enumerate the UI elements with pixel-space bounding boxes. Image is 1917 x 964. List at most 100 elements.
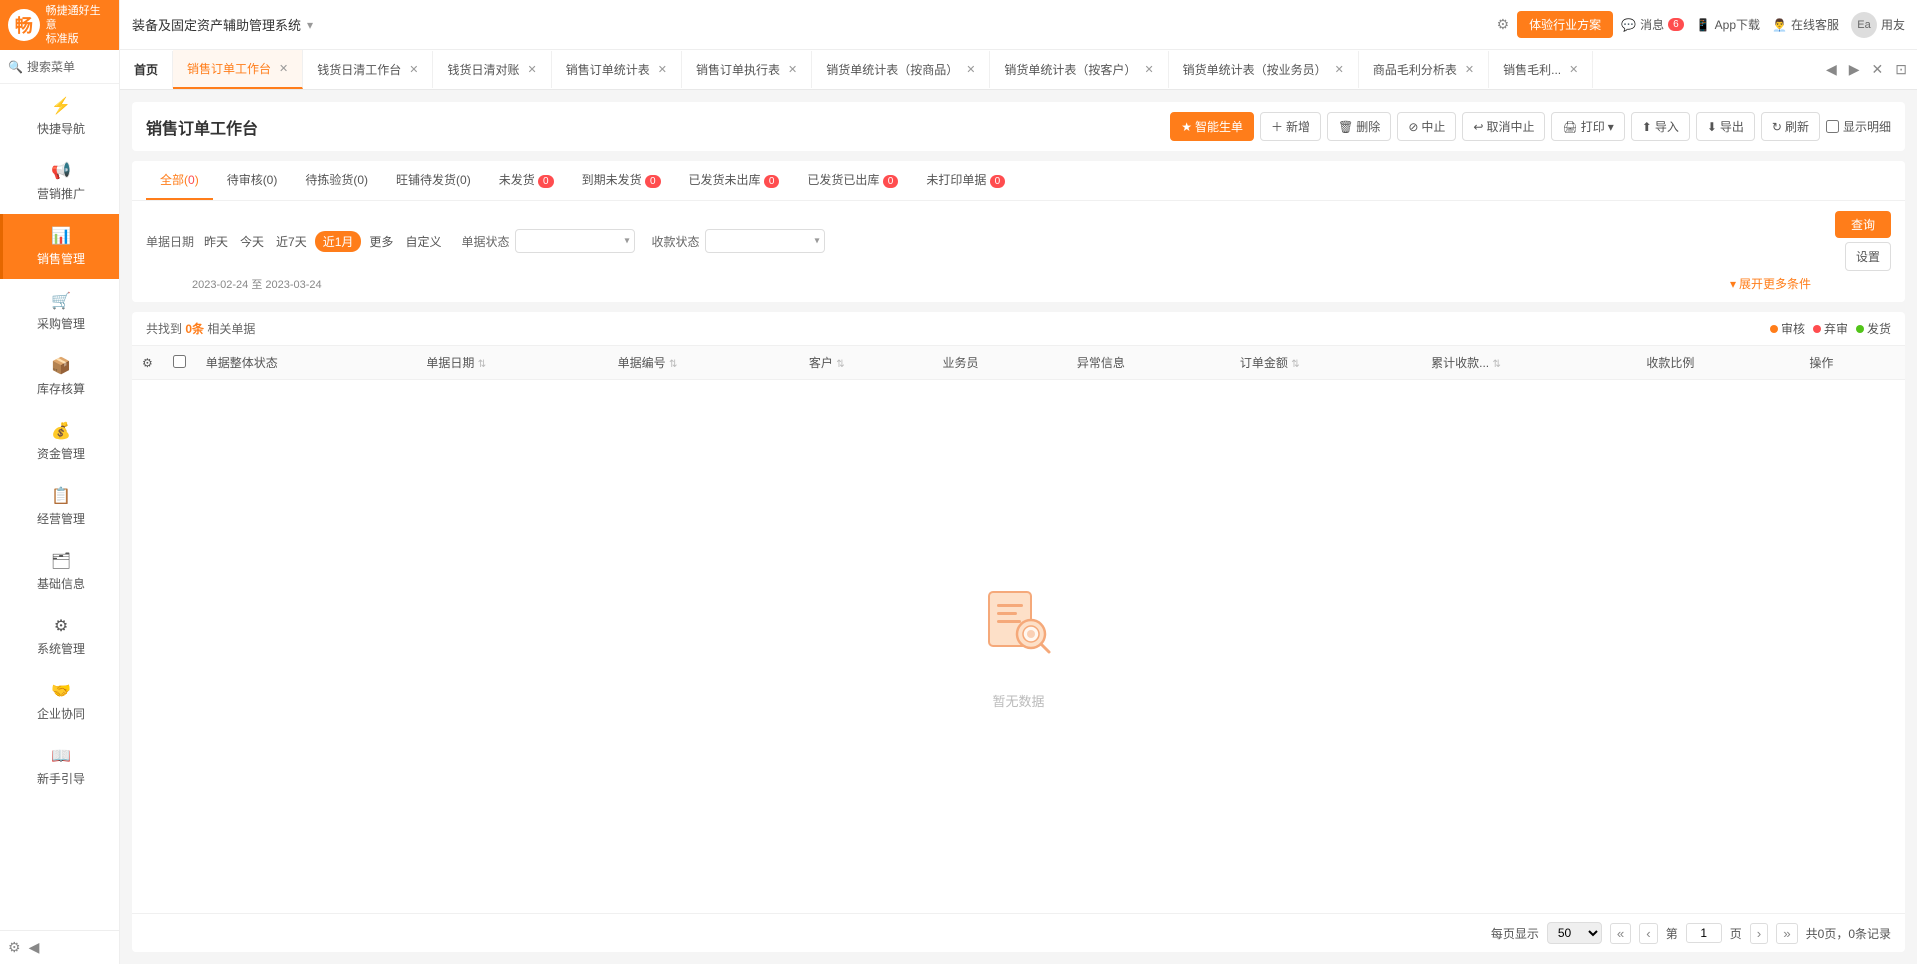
sidebar-search[interactable]: 🔍 搜索菜单 <box>0 50 119 84</box>
filter-tab-shipped-in[interactable]: 已发货已出库 0 <box>793 161 912 200</box>
ship-action-btn[interactable]: 发货 <box>1856 320 1891 337</box>
tab-nav-expand[interactable]: ⊡ <box>1891 59 1911 80</box>
col-collected: 累计收款... ⇅ <box>1421 346 1636 380</box>
filter-tab-pending-review[interactable]: 待审核(0) <box>213 161 292 200</box>
tab-close-sales-workbench[interactable]: ✕ <box>279 62 288 75</box>
tab-daily-clear[interactable]: 钱货日清工作台 ✕ <box>303 51 433 88</box>
tab-sales-exec[interactable]: 销售订单执行表 ✕ <box>682 51 812 88</box>
show-detail-checkbox-label[interactable]: 显示明细 <box>1826 118 1891 135</box>
tab-close-daily-clear[interactable]: ✕ <box>409 63 418 76</box>
filter-date-range: 2023-02-24 至 2023-03-24 <box>192 276 322 292</box>
first-page-btn[interactable]: « <box>1610 923 1631 944</box>
cancel-stop-btn[interactable]: ↩ 取消中止 <box>1462 112 1545 141</box>
sidebar-item-sales[interactable]: 📊 销售管理 <box>0 214 119 279</box>
table-gear-icon[interactable]: ⚙ <box>142 356 153 370</box>
sort-customer-icon[interactable]: ⇅ <box>836 359 844 370</box>
date-opt-custom[interactable]: 自定义 <box>401 231 445 252</box>
date-opt-yesterday[interactable]: 昨天 <box>200 231 232 252</box>
export-btn[interactable]: ⬇ 导出 <box>1696 112 1755 141</box>
payment-select[interactable] <box>705 229 825 253</box>
status-select[interactable] <box>515 229 635 253</box>
tab-close-cash-goods[interactable]: ✕ <box>528 63 537 76</box>
import-btn[interactable]: ⬆ 导入 <box>1631 112 1690 141</box>
solution-btn[interactable]: 体验行业方案 <box>1517 11 1613 38</box>
filter-tab-shipped-not-in[interactable]: 已发货未出库 0 <box>675 161 794 200</box>
tab-sales-summary1[interactable]: 销货单统计表（按商品） ✕ <box>812 51 990 88</box>
tab-nav-prev[interactable]: ◀ <box>1822 59 1841 80</box>
set-btn[interactable]: 设置 <box>1845 242 1891 271</box>
review-dot <box>1770 325 1778 333</box>
settings-icon[interactable]: ⚙ <box>8 939 21 956</box>
show-detail-checkbox[interactable] <box>1826 120 1839 133</box>
online-service-btn[interactable]: 👨‍💼 在线客服 <box>1772 16 1839 33</box>
sort-number-icon[interactable]: ⇅ <box>669 359 677 370</box>
sidebar-item-system[interactable]: ⚙ 系统管理 <box>0 604 119 669</box>
tab-sales-summary3[interactable]: 销货单统计表（按业务员） ✕ <box>1169 51 1359 88</box>
tab-sales-stats[interactable]: 销售订单统计表 ✕ <box>552 51 682 88</box>
sidebar-item-basic-info[interactable]: 🗂 基础信息 <box>0 539 119 604</box>
tab-sales-more[interactable]: 销售毛利... ✕ <box>1489 51 1593 88</box>
tab-close-sales-more[interactable]: ✕ <box>1569 63 1578 76</box>
search-btn[interactable]: 查询 <box>1835 211 1891 238</box>
message-btn[interactable]: 💬 消息 6 <box>1621 16 1684 33</box>
sidebar-item-guide[interactable]: 📖 新手引导 <box>0 734 119 799</box>
sidebar-item-operations[interactable]: 📋 经营管理 <box>0 474 119 539</box>
check-all-checkbox[interactable] <box>173 355 186 368</box>
search-icon: 🔍 <box>8 60 23 74</box>
expand-conditions-btn[interactable]: ▾ 展开更多条件 <box>1730 275 1811 292</box>
prev-page-btn[interactable]: ‹ <box>1639 923 1657 944</box>
delete-btn[interactable]: 🗑 删除 <box>1327 112 1391 141</box>
date-opt-last1m[interactable]: 近1月 <box>315 231 362 252</box>
date-opt-today[interactable]: 今天 <box>236 231 268 252</box>
page-input[interactable] <box>1686 923 1722 943</box>
user-menu[interactable]: Ea 用友 <box>1851 12 1905 38</box>
per-page-select[interactable]: 10 20 50 100 <box>1547 922 1602 944</box>
tab-home[interactable]: 首页 <box>120 51 173 88</box>
sidebar-item-inventory[interactable]: 📦 库存核算 <box>0 344 119 409</box>
smart-gen-btn[interactable]: ★ 智能生单 <box>1170 112 1254 141</box>
refresh-btn[interactable]: ↻ 刷新 <box>1761 112 1820 141</box>
tab-close-gross-margin[interactable]: ✕ <box>1465 63 1474 76</box>
filter-tab-all[interactable]: 全部(0) <box>146 161 213 200</box>
add-btn[interactable]: ＋ 新增 <box>1260 112 1321 141</box>
stop-btn[interactable]: ⊘ 中止 <box>1397 112 1456 141</box>
sort-amount-icon[interactable]: ⇅ <box>1291 359 1299 370</box>
sidebar-logo: 畅 畅捷通好生意 标准版 <box>0 0 119 50</box>
tab-close-sales-stats[interactable]: ✕ <box>658 63 667 76</box>
collapse-icon[interactable]: ◀ <box>29 939 40 956</box>
date-opt-more[interactable]: 更多 <box>365 231 397 252</box>
tab-cash-goods[interactable]: 钱货日清对账 ✕ <box>433 51 551 88</box>
cancel-review-action-btn[interactable]: 弃审 <box>1813 320 1848 337</box>
tab-sales-workbench[interactable]: 销售订单工作台 ✕ <box>173 50 303 89</box>
sidebar-item-marketing[interactable]: 📢 营销推广 <box>0 149 119 214</box>
filter-tab-wangpu-ship[interactable]: 旺铺待发货(0) <box>382 161 485 200</box>
filter-tab-overdue-ship[interactable]: 到期未发货 0 <box>568 161 675 200</box>
sort-date-icon[interactable]: ⇅ <box>478 359 486 370</box>
sort-collected-icon[interactable]: ⇅ <box>1492 359 1500 370</box>
tab-nav-close-all[interactable]: ✕ <box>1868 59 1888 80</box>
next-page-btn[interactable]: › <box>1750 923 1768 944</box>
tab-close-summary3[interactable]: ✕ <box>1335 63 1344 76</box>
sidebar-item-finance[interactable]: 💰 资金管理 <box>0 409 119 474</box>
review-action-btn[interactable]: 审核 <box>1770 320 1805 337</box>
finance-icon: 💰 <box>51 421 71 441</box>
sidebar-item-quick-nav[interactable]: ⚡ 快捷导航 <box>0 84 119 149</box>
filter-tab-pending-check[interactable]: 待拣验货(0) <box>291 161 382 200</box>
app-download-btn[interactable]: 📱 App下载 <box>1696 16 1760 33</box>
tab-sales-summary2[interactable]: 销货单统计表（按客户） ✕ <box>990 51 1168 88</box>
date-opt-last7[interactable]: 近7天 <box>272 231 311 252</box>
filter-tab-not-shipped[interactable]: 未发货 0 <box>485 161 568 200</box>
tab-close-sales-exec[interactable]: ✕ <box>788 63 797 76</box>
tab-nav-next[interactable]: ▶ <box>1845 59 1864 80</box>
title-dropdown-icon[interactable]: ▾ <box>307 18 313 32</box>
sidebar-bottom: ⚙ ◀ <box>0 930 119 964</box>
tab-close-summary2[interactable]: ✕ <box>1144 63 1153 76</box>
tab-gross-margin[interactable]: 商品毛利分析表 ✕ <box>1359 51 1489 88</box>
tab-close-summary1[interactable]: ✕ <box>966 63 975 76</box>
sidebar-item-purchase[interactable]: 🛒 采购管理 <box>0 279 119 344</box>
topbar-gear-icon[interactable]: ⚙ <box>1497 16 1510 33</box>
print-btn[interactable]: 🖨 打印 ▾ <box>1551 112 1624 141</box>
filter-tab-not-printed[interactable]: 未打印单据 0 <box>912 161 1019 200</box>
sidebar-item-enterprise[interactable]: 🤝 企业协同 <box>0 669 119 734</box>
last-page-btn[interactable]: » <box>1776 923 1797 944</box>
